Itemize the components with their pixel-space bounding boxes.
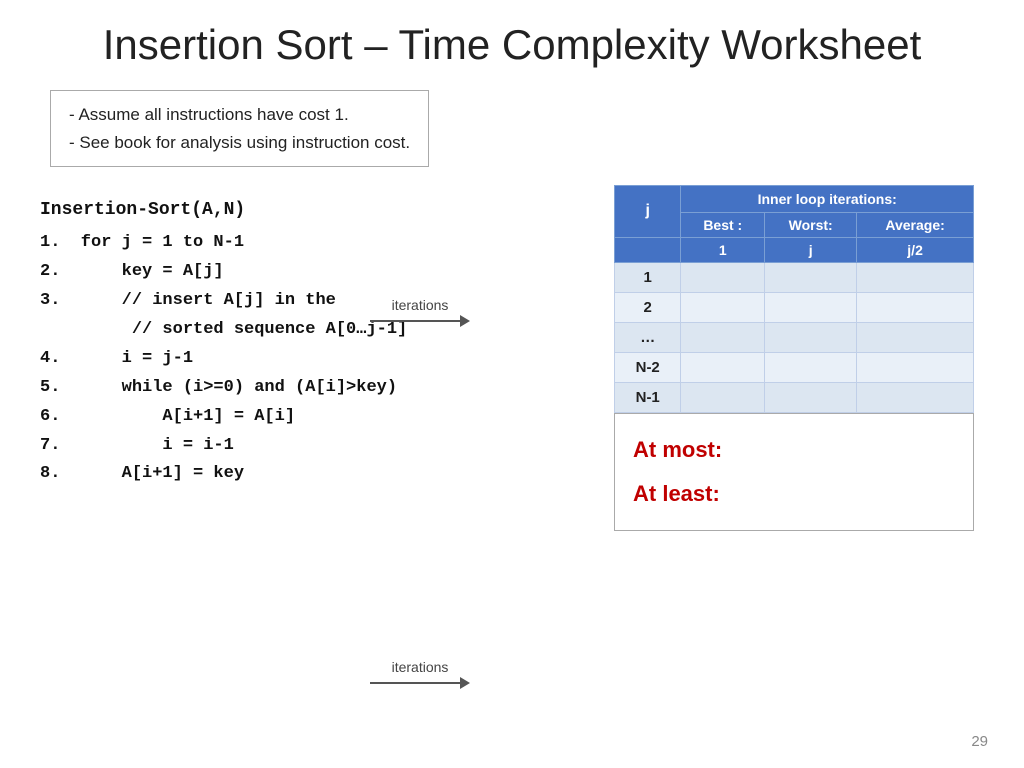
arrow-head-2	[460, 677, 470, 689]
arrow-label-2: iterations	[392, 659, 449, 675]
arrow-line-2	[370, 677, 470, 689]
table-row: N-1	[615, 382, 974, 412]
code-line-4: 4. i = j-1	[40, 345, 614, 374]
table-cell-j: …	[615, 322, 681, 352]
note-box: - Assume all instructions have cost 1. -…	[50, 90, 429, 166]
table-cell-j: 1	[615, 262, 681, 292]
arrow-line-1	[370, 315, 470, 327]
code-line-5: 5. while (i>=0) and (A[i]>key)	[40, 374, 614, 403]
row-average-val: j/2	[857, 237, 974, 262]
code-line-8: 8. A[i+1] = key	[40, 460, 614, 489]
arrow-label-1: iterations	[392, 297, 449, 313]
complexity-table: j Inner loop iterations: Best : Worst: A…	[614, 185, 974, 413]
table-cell-average	[857, 292, 974, 322]
table-cell-worst	[765, 352, 857, 382]
table-row: …	[615, 322, 974, 352]
table-cell-best	[681, 262, 765, 292]
code-line-1: 1. for j = 1 to N-1	[40, 229, 614, 258]
table-cell-worst	[765, 382, 857, 412]
content-area: Insertion-Sort(A,N) 1. for j = 1 to N-1 …	[40, 185, 984, 531]
code-title: Insertion-Sort(A,N)	[40, 195, 614, 226]
code-line-2: 2. key = A[j]	[40, 258, 614, 287]
table-cell-worst	[765, 292, 857, 322]
table-cell-j: 2	[615, 292, 681, 322]
table-cell-best	[681, 382, 765, 412]
right-section: j Inner loop iterations: Best : Worst: A…	[614, 185, 984, 531]
arrow-shaft-2	[370, 682, 460, 684]
table-cell-average	[857, 322, 974, 352]
table-cell-best	[681, 352, 765, 382]
col-worst-header: Worst:	[765, 212, 857, 237]
inner-loop-header: Inner loop iterations:	[681, 185, 974, 212]
table-cell-j: N-1	[615, 382, 681, 412]
table-cell-best	[681, 292, 765, 322]
table-row: N-2	[615, 352, 974, 382]
code-line-7: 7. i = i-1	[40, 432, 614, 461]
code-section: Insertion-Sort(A,N) 1. for j = 1 to N-1 …	[40, 185, 614, 490]
col-j-header: j	[615, 185, 681, 237]
code-line-3: 3. // insert A[j] in the	[40, 287, 614, 316]
main-content: Insertion-Sort(A,N) 1. for j = 1 to N-1 …	[40, 185, 984, 531]
page-title: Insertion Sort – Time Complexity Workshe…	[40, 20, 984, 70]
col-average-header: Average:	[857, 212, 974, 237]
table-cell-average	[857, 352, 974, 382]
slide-number: 29	[971, 733, 988, 750]
result-box: At most: At least:	[614, 413, 974, 531]
note-line2: - See book for analysis using instructio…	[69, 129, 410, 156]
at-least-label: At least:	[633, 472, 955, 516]
code-line-6: 6. A[i+1] = A[i]	[40, 403, 614, 432]
col-j-sub	[615, 237, 681, 262]
table-row: 2	[615, 292, 974, 322]
code-line-3b: // sorted sequence A[0…j-1]	[40, 316, 614, 345]
table-container: j Inner loop iterations: Best : Worst: A…	[614, 185, 974, 413]
arrow-head-1	[460, 315, 470, 327]
table-cell-best	[681, 322, 765, 352]
col-best-header: Best :	[681, 212, 765, 237]
table-cell-worst	[765, 262, 857, 292]
note-line1: - Assume all instructions have cost 1.	[69, 101, 410, 128]
table-cell-average	[857, 262, 974, 292]
table-row: 1	[615, 262, 974, 292]
page: Insertion Sort – Time Complexity Workshe…	[0, 0, 1024, 768]
row-best-val: 1	[681, 237, 765, 262]
at-most-label: At most:	[633, 428, 955, 472]
arrow-shaft-1	[370, 320, 460, 322]
table-cell-j: N-2	[615, 352, 681, 382]
table-cell-average	[857, 382, 974, 412]
arrow-iterations-1: iterations	[370, 297, 470, 327]
arrow-iterations-2: iterations	[370, 659, 470, 689]
row-worst-val: j	[765, 237, 857, 262]
table-cell-worst	[765, 322, 857, 352]
